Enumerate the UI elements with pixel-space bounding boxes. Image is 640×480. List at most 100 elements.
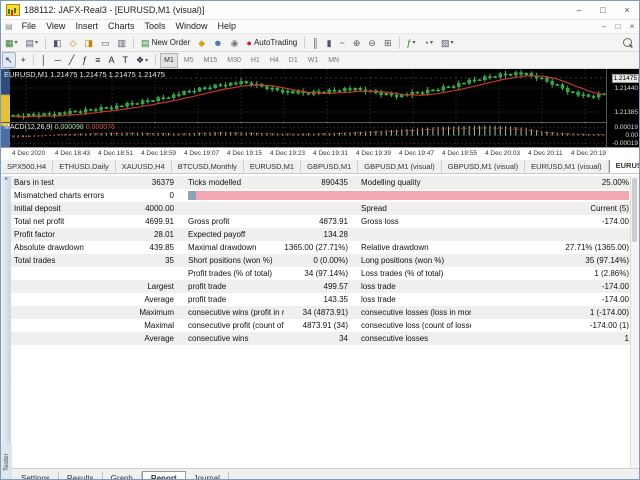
minimize-button[interactable]: – (567, 1, 591, 19)
chart-tab[interactable]: EURUSD,M1 (visual) (608, 158, 639, 173)
fibonacci-button[interactable]: ƒ (79, 52, 90, 68)
chart-tab-bar: SPX500,H4 ETHUSD,Daily XAUUSD,H4 BTCUSD,Mon… (1, 158, 639, 174)
trendline-button[interactable]: ╱ (66, 52, 77, 68)
menu-view[interactable]: View (41, 21, 70, 31)
chart-tab[interactable]: EURUSD,M1 (244, 160, 302, 173)
line-chart-button[interactable]: ~ (337, 35, 348, 51)
report-label: Gross profit (188, 217, 230, 226)
candlestick-chart-icon: ▮ (326, 37, 332, 48)
child-restore-button[interactable]: □ (611, 20, 625, 33)
zoom-in-icon: ⊕ (352, 37, 361, 48)
strategy-tester-button[interactable]: ▥ (115, 35, 130, 51)
tester-tab-graph[interactable]: Graph (103, 472, 142, 479)
menu-insert[interactable]: Insert (70, 21, 103, 31)
report-row: Absolute drawdown 439.85 Maximal drawdown 1… (11, 241, 631, 254)
drawing-toolbar: ↖ + │ ─ ╱ ƒ ≡ A T ❖ ▾ M1 M5 M15 M30 H1 H4 D1 W1 MN (1, 52, 639, 69)
time-axis-label: 4 Dec 19:31 (313, 150, 349, 157)
crosshair-button[interactable]: + (18, 52, 29, 68)
periods-button[interactable]: ◔ ▾ (421, 35, 436, 51)
tester-tab-results[interactable]: Results (59, 472, 103, 479)
data-window-button[interactable]: ◇ (67, 35, 80, 51)
chart-tab[interactable]: GBPUSD,M1 (visual) (358, 160, 442, 173)
toolbar-separator (304, 36, 306, 49)
report-value: Maximal (144, 321, 174, 330)
new-chart-button[interactable]: ▦ ▾ (2, 35, 21, 51)
cursor-button[interactable]: ↖ (2, 52, 16, 68)
label-button[interactable]: T (120, 52, 132, 68)
timeframe-bar: M1 M5 M15 M30 H1 H4 D1 W1 MN (159, 52, 344, 68)
experts-button[interactable]: ☻ (210, 35, 225, 51)
timeframe-m15-button[interactable]: M15 (200, 53, 222, 68)
menu-file[interactable]: File (17, 21, 42, 31)
time-axis[interactable]: 4 Dec 2020 4 Dec 18:43 4 Dec 18:51 4 Dec 18… (1, 147, 639, 160)
arrows-button[interactable]: ❖ ▾ (133, 52, 151, 68)
experts-icon: ☻ (213, 37, 223, 48)
menu-tools[interactable]: Tools (139, 21, 170, 31)
panel-close-icon[interactable]: × (4, 176, 8, 183)
indicators-button[interactable]: ƒ ▾ (404, 35, 419, 51)
timeframe-mn-button[interactable]: MN (324, 53, 343, 68)
horizontal-line-button[interactable]: ─ (51, 52, 63, 68)
report-label: Long positions (won %) (361, 256, 445, 265)
child-minimize-button[interactable]: – (597, 20, 611, 33)
maximize-button[interactable]: □ (591, 1, 615, 19)
market-watch-button[interactable]: ◧ (50, 35, 65, 51)
price-scale[interactable]: 1.21475 1.21440 1.21385 0.00019 0.00 -0.… (606, 69, 639, 147)
report-value: 35 (97.14%) (585, 256, 629, 265)
chart-tab[interactable]: BTCUSD,Monthly (172, 160, 244, 173)
bar-chart-button[interactable]: ║ (309, 35, 321, 51)
autotrading-button[interactable]: ● AutoTrading (244, 35, 301, 51)
vertical-line-button[interactable]: │ (38, 52, 50, 68)
chart-tab[interactable]: GBPUSD,M1 (301, 160, 359, 173)
candlestick-chart-button[interactable]: ▮ (324, 35, 335, 51)
timeframe-d1-button[interactable]: D1 (285, 53, 302, 68)
chart-tab[interactable]: EURUSD,M1 (visual) (525, 160, 609, 173)
report-scrollbar[interactable] (630, 176, 639, 468)
timeframe-h4-button[interactable]: H4 (266, 53, 283, 68)
crosshair-icon: + (20, 55, 26, 65)
terminal-button[interactable]: ▭ (98, 35, 113, 51)
timeframe-h1-button[interactable]: H1 (247, 53, 264, 68)
menu-window[interactable]: Window (170, 21, 212, 31)
tester-tab-report[interactable]: Report (141, 471, 186, 479)
sound-button[interactable]: ◉ (228, 35, 242, 51)
horizontal-line-icon: ─ (54, 55, 61, 65)
profiles-button[interactable]: ▤ ▾ (23, 35, 42, 51)
metaeditor-button[interactable]: ◆ (195, 35, 208, 51)
tester-tab-settings[interactable]: Settings (13, 472, 59, 479)
report-value (284, 202, 348, 215)
zoom-out-button[interactable]: ⊖ (365, 35, 379, 51)
zoom-out-icon: ⊖ (368, 37, 376, 48)
chart-tab[interactable]: XAUUSD,H4 (116, 160, 172, 173)
channel-button[interactable]: ≡ (92, 52, 103, 68)
tile-windows-button[interactable]: ⊞ (381, 35, 395, 51)
scrollbar-thumb[interactable] (632, 178, 637, 242)
periods-icon: ◔ (423, 37, 429, 48)
report-label: Maximal drawdown (188, 243, 257, 252)
search-button[interactable] (617, 35, 638, 51)
templates-button[interactable]: ▨ ▾ (438, 35, 457, 51)
report-label: consecutive profit (count of wins) (188, 321, 284, 330)
report-label (11, 332, 106, 345)
tester-tab-journal[interactable]: Journal (186, 472, 229, 479)
text-button[interactable]: A (106, 52, 118, 68)
window-controls: – □ × (567, 1, 639, 19)
timeframe-w1-button[interactable]: W1 (304, 53, 323, 68)
menu-help[interactable]: Help (213, 21, 242, 31)
timeframe-m1-button[interactable]: M1 (160, 52, 178, 68)
chart-tab[interactable]: ETHUSD,Daily (53, 160, 116, 173)
new-order-button[interactable]: ▤ New Order (138, 35, 193, 51)
chart-tab[interactable]: GBPUSD,M1 (visual) (442, 160, 526, 173)
report-value: 1 (2.86%) (594, 269, 629, 278)
report-row: Maximal consecutive profit (count of wins… (11, 319, 631, 332)
chart-tab[interactable]: SPX500,H4 (1, 160, 54, 173)
timeframe-m5-button[interactable]: M5 (180, 53, 198, 68)
close-button[interactable]: × (615, 1, 639, 19)
zoom-in-button[interactable]: ⊕ (350, 35, 364, 51)
indicators-icon: ƒ (406, 37, 412, 48)
child-close-button[interactable]: × (625, 20, 639, 33)
timeframe-m30-button[interactable]: M30 (223, 53, 245, 68)
menu-charts[interactable]: Charts (103, 21, 140, 31)
navigator-button[interactable]: ◨ (82, 35, 97, 51)
report-value: -174.00 (601, 295, 629, 304)
